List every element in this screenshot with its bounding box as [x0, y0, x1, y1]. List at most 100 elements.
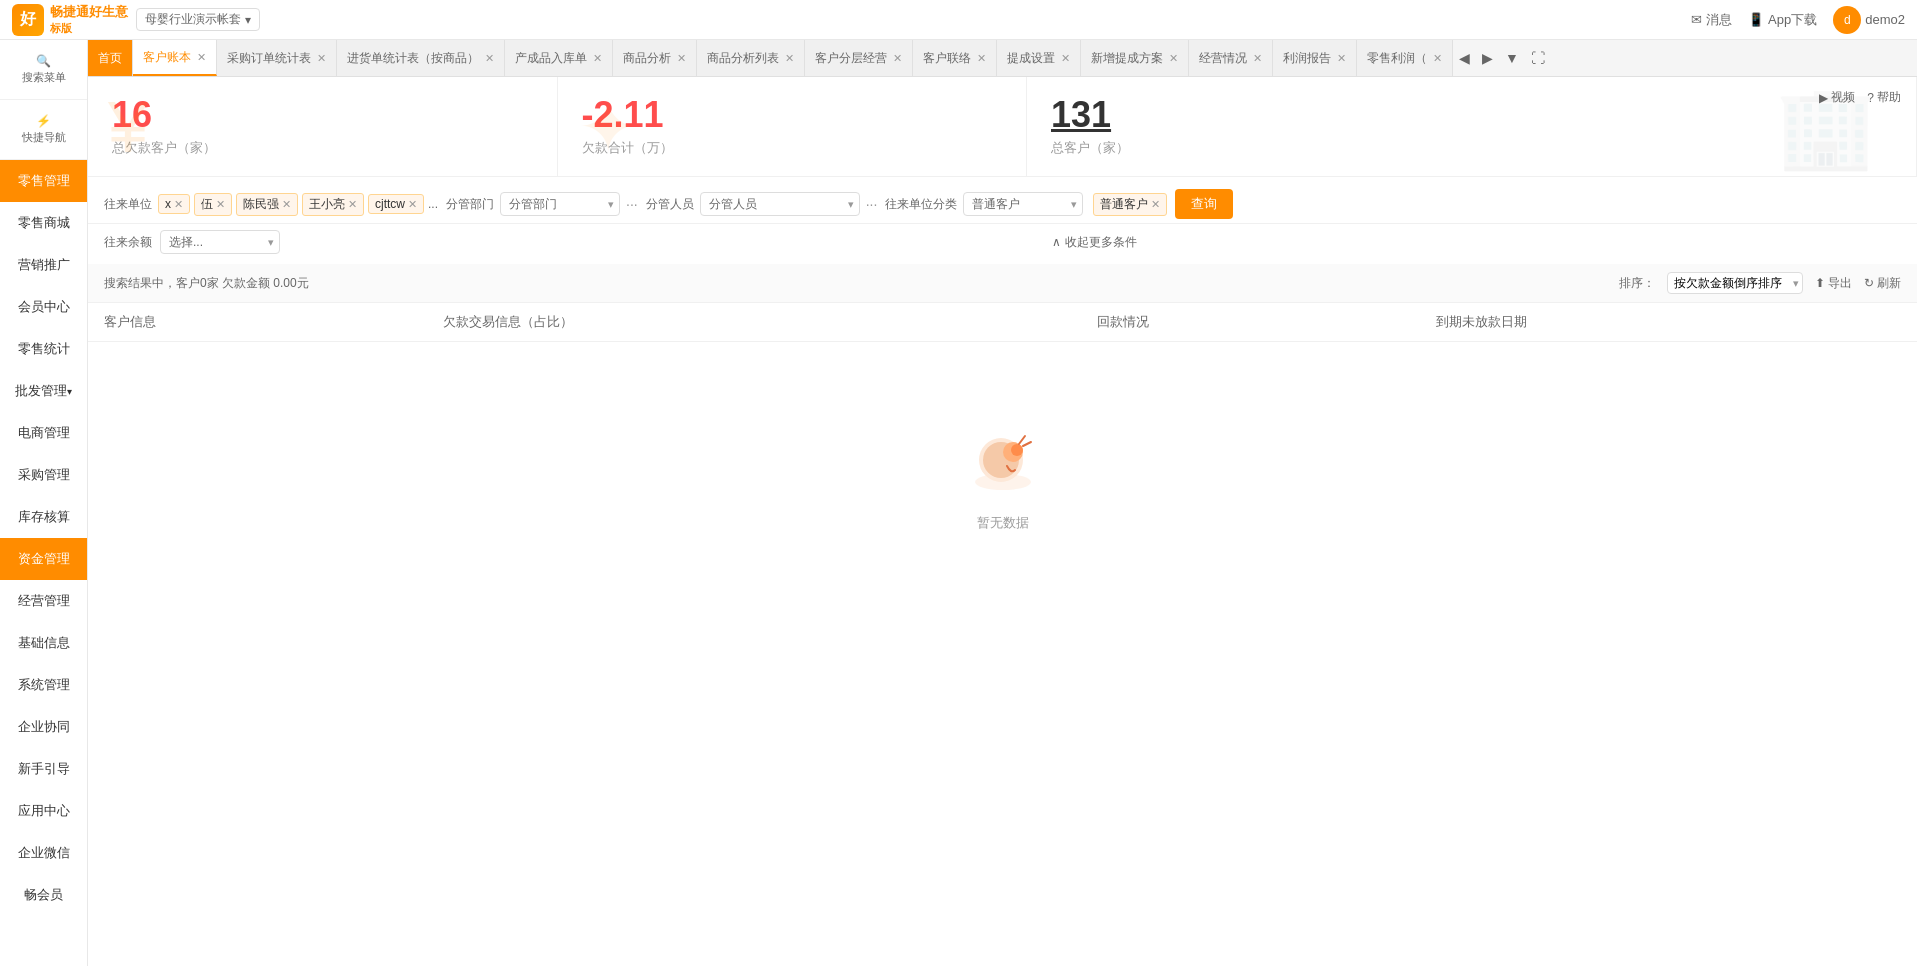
filter-tag-wu-close[interactable]: ✕: [216, 198, 225, 211]
filter-balance-select[interactable]: 选择...: [160, 230, 280, 254]
tab-new-commission-label: 新增提成方案: [1091, 50, 1163, 67]
shop-selector[interactable]: 母婴行业演示帐套 ▾: [136, 8, 260, 31]
tab-purchase-order[interactable]: 采购订单统计表 ✕: [217, 40, 337, 76]
video-label: 视频: [1831, 89, 1855, 106]
tab-commission-settings-close[interactable]: ✕: [1061, 52, 1070, 65]
tab-customer-book-close[interactable]: ✕: [197, 51, 206, 64]
search-menu-label: 搜索菜单: [12, 70, 75, 85]
tab-inbound-stats[interactable]: 进货单统计表（按商品） ✕: [337, 40, 505, 76]
sidebar-item-newbie[interactable]: 新手引导: [0, 748, 87, 790]
topbar-left: 好 畅捷通好生意 标版 母婴行业演示帐套 ▾: [12, 3, 260, 36]
sidebar-item-marketing[interactable]: 营销推广: [0, 244, 87, 286]
filter-more-btn[interactable]: ...: [428, 197, 438, 211]
search-menu-btn[interactable]: 🔍 搜索菜单: [8, 50, 79, 89]
tab-commission-settings[interactable]: 提成设置 ✕: [997, 40, 1081, 76]
filter-category-tag-text: 普通客户: [1100, 196, 1148, 213]
tab-customer-segment[interactable]: 客户分层经营 ✕: [805, 40, 913, 76]
tab-nav-left[interactable]: ◀: [1453, 50, 1476, 66]
app-download-btn[interactable]: 📱 App下载: [1748, 11, 1817, 29]
sidebar-item-retail-mgmt[interactable]: 零售管理: [0, 160, 87, 202]
tab-profit-report-label: 利润报告: [1283, 50, 1331, 67]
tab-customer-book[interactable]: 客户账本 ✕: [133, 40, 217, 76]
tab-product-inbound-close[interactable]: ✕: [593, 52, 602, 65]
refresh-label: 刷新: [1877, 275, 1901, 292]
tab-customer-contact[interactable]: 客户联络 ✕: [913, 40, 997, 76]
quick-nav-icon: ⚡: [36, 114, 51, 128]
filter-category-tag-close[interactable]: ✕: [1151, 198, 1160, 211]
filter-tag-chen-close[interactable]: ✕: [282, 198, 291, 211]
tab-operations-status-close[interactable]: ✕: [1253, 52, 1262, 65]
tab-profit-report[interactable]: 利润报告 ✕: [1273, 40, 1357, 76]
tab-goods-analysis-label: 商品分析: [623, 50, 671, 67]
quick-nav-label: 快捷导航: [4, 130, 83, 145]
stat-customers-number: 16: [112, 97, 533, 133]
filter-group-unit: 往来单位 x ✕ 伍 ✕ 陈民强 ✕: [104, 193, 438, 216]
filter-tag-wang-close[interactable]: ✕: [348, 198, 357, 211]
message-label: 消息: [1706, 11, 1732, 29]
tab-home-label: 首页: [98, 50, 122, 67]
tab-goods-analysis-close[interactable]: ✕: [677, 52, 686, 65]
stat-block-debt: ✦ -2.11 欠款合计（万）: [558, 77, 1028, 176]
tab-nav-right[interactable]: ▶: [1476, 50, 1499, 66]
video-link[interactable]: ▶ 视频: [1819, 89, 1855, 106]
filter-person-select[interactable]: 分管人员: [700, 192, 860, 216]
sort-select[interactable]: 按欠款金额倒序排序: [1667, 272, 1803, 294]
tab-goods-analysis-list-close[interactable]: ✕: [785, 52, 794, 65]
tab-nav-menu[interactable]: ▼: [1499, 50, 1525, 66]
tab-retail-profit[interactable]: 零售利润（ ✕: [1357, 40, 1453, 76]
tab-inbound-stats-close[interactable]: ✕: [485, 52, 494, 65]
message-btn[interactable]: ✉ 消息: [1691, 11, 1732, 29]
filter-category-wrap: 普通客户: [963, 192, 1083, 216]
sidebar-item-retail-mall[interactable]: 零售商城: [0, 202, 87, 244]
col-debt-info: 欠款交易信息（占比）: [427, 303, 1081, 342]
tab-customer-contact-label: 客户联络: [923, 50, 971, 67]
collapse-btn[interactable]: ∧ 收起更多条件: [1052, 234, 1137, 251]
filter-category-select[interactable]: 普通客户: [963, 192, 1083, 216]
tab-new-commission-close[interactable]: ✕: [1169, 52, 1178, 65]
tab-retail-profit-close[interactable]: ✕: [1433, 52, 1442, 65]
sidebar-item-retail-stats[interactable]: 零售统计: [0, 328, 87, 370]
help-link[interactable]: ? 帮助: [1867, 89, 1901, 106]
filter-tag-wu-text: 伍: [201, 196, 213, 213]
filter-dept-dots[interactable]: ···: [626, 196, 638, 212]
filter-tag-unit-x-close[interactable]: ✕: [174, 198, 183, 211]
filter-tag-chen-text: 陈民强: [243, 196, 279, 213]
tab-purchase-order-close[interactable]: ✕: [317, 52, 326, 65]
user-area[interactable]: d demo2: [1833, 6, 1905, 34]
sidebar-item-basic-info[interactable]: 基础信息: [0, 622, 87, 664]
quick-nav-btn[interactable]: ⚡ 快捷导航: [0, 106, 87, 153]
export-btn[interactable]: ⬆ 导出: [1815, 275, 1852, 292]
sidebar-item-purchase[interactable]: 采购管理: [0, 454, 87, 496]
sidebar-item-app-center[interactable]: 应用中心: [0, 790, 87, 832]
tab-new-commission[interactable]: 新增提成方案 ✕: [1081, 40, 1189, 76]
sidebar-item-operations[interactable]: 经营管理: [0, 580, 87, 622]
refresh-btn[interactable]: ↻ 刷新: [1864, 275, 1901, 292]
tab-profit-report-close[interactable]: ✕: [1337, 52, 1346, 65]
sidebar-item-inventory[interactable]: 库存核算: [0, 496, 87, 538]
tab-operations-status[interactable]: 经营情况 ✕: [1189, 40, 1273, 76]
sidebar-item-finance[interactable]: 资金管理: [0, 538, 87, 580]
sidebar-item-member-center[interactable]: 会员中心: [0, 286, 87, 328]
tab-fullscreen[interactable]: ⛶: [1525, 50, 1551, 66]
tab-customer-contact-close[interactable]: ✕: [977, 52, 986, 65]
table-header-row: 客户信息 欠款交易信息（占比） 回款情况 到期未放款日期: [88, 303, 1917, 342]
filter-person-dots[interactable]: ···: [866, 196, 878, 212]
col-repayment: 回款情况: [1081, 303, 1420, 342]
filter-tag-cjttcw-close[interactable]: ✕: [408, 198, 417, 211]
logo-icon: 好: [12, 4, 44, 36]
sidebar-item-vip[interactable]: 畅会员: [0, 874, 87, 916]
filter-balance-wrap: 选择...: [160, 230, 280, 254]
tab-home[interactable]: 首页: [88, 40, 133, 76]
tab-goods-analysis-list-label: 商品分析列表: [707, 50, 779, 67]
sidebar-item-batch-mgmt[interactable]: 批发管理: [0, 370, 87, 412]
tab-customer-segment-close[interactable]: ✕: [893, 52, 902, 65]
sidebar-item-sys-mgmt[interactable]: 系统管理: [0, 664, 87, 706]
tab-goods-analysis-list[interactable]: 商品分析列表 ✕: [697, 40, 805, 76]
sidebar-item-enterprise[interactable]: 企业协同: [0, 706, 87, 748]
tab-goods-analysis[interactable]: 商品分析 ✕: [613, 40, 697, 76]
query-button[interactable]: 查询: [1175, 189, 1233, 219]
filter-dept-select[interactable]: 分管部门: [500, 192, 620, 216]
sidebar-item-ecommerce[interactable]: 电商管理: [0, 412, 87, 454]
tab-product-inbound[interactable]: 产成品入库单 ✕: [505, 40, 613, 76]
sidebar-item-wechat[interactable]: 企业微信: [0, 832, 87, 874]
